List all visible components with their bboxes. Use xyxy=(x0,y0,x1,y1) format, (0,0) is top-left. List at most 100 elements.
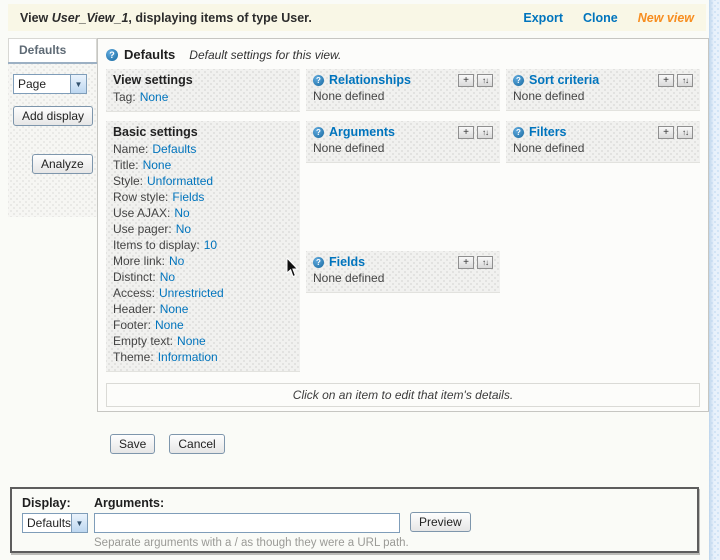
view-settings-title: View settings xyxy=(113,73,193,87)
setting-value-link[interactable]: Defaults xyxy=(152,142,196,156)
title-prefix: View xyxy=(20,10,52,25)
basic-settings-header: Basic settings xyxy=(113,125,293,139)
sort-criteria-header: ? Sort criteria + ↑↓ xyxy=(513,73,693,87)
header-links: Export Clone New view xyxy=(523,11,694,25)
add-icon[interactable]: + xyxy=(458,255,474,269)
setting-value-link[interactable]: None xyxy=(177,334,206,348)
setting-value-link[interactable]: Information xyxy=(158,350,218,364)
arguments-box: ? Arguments + ↑↓ None defined xyxy=(306,121,500,163)
filters-title-link[interactable]: Filters xyxy=(529,125,567,139)
basic-settings-box: Basic settings Name: Defaults Title: None … xyxy=(106,121,300,372)
preview-display-label: Display: xyxy=(22,496,71,510)
view-settings-box: View settings Tag: None xyxy=(106,69,300,112)
setting-value-link[interactable]: Unformatted xyxy=(147,174,213,188)
setting-value-link[interactable]: 10 xyxy=(204,238,217,252)
clone-link[interactable]: Clone xyxy=(583,11,618,25)
relationships-header: ? Relationships + ↑↓ xyxy=(313,73,493,87)
rearrange-icon[interactable]: ↑↓ xyxy=(477,73,493,87)
preview-display-select[interactable]: Defaults ▼ xyxy=(22,513,88,533)
chevron-down-icon: ▼ xyxy=(70,75,86,93)
setting-row: Distinct: No xyxy=(113,269,293,285)
filters-header: ? Filters + ↑↓ xyxy=(513,125,693,139)
display-sidebar: Defaults Page ▼ Add display Analyze xyxy=(8,38,97,217)
fields-actions: + ↑↓ xyxy=(458,255,493,269)
save-button[interactable]: Save xyxy=(110,434,156,454)
analyze-button[interactable]: Analyze xyxy=(32,154,93,174)
setting-row: Tag: None xyxy=(113,89,293,105)
relationships-box: ? Relationships + ↑↓ None defined xyxy=(306,69,500,111)
sort-criteria-actions: + ↑↓ xyxy=(658,73,693,87)
edit-hint: Click on an item to edit that item's det… xyxy=(106,383,700,407)
rearrange-icon[interactable]: ↑↓ xyxy=(477,125,493,139)
setting-value-link[interactable]: None xyxy=(160,302,189,316)
live-preview-panel: Display: Arguments: Defaults ▼ Preview S… xyxy=(10,487,699,553)
preview-button[interactable]: Preview xyxy=(410,512,471,532)
setting-value-link[interactable]: No xyxy=(160,270,175,284)
setting-label: Use AJAX: xyxy=(113,206,171,220)
arguments-header: ? Arguments + ↑↓ xyxy=(313,125,493,139)
panel-head: ? Defaults Default settings for this vie… xyxy=(98,39,708,67)
setting-value-link[interactable]: No xyxy=(174,206,189,220)
setting-row: Use AJAX: No xyxy=(113,205,293,221)
view-settings-header: View settings xyxy=(113,73,293,87)
add-icon[interactable]: + xyxy=(658,125,674,139)
preview-arguments-input[interactable] xyxy=(94,513,400,533)
preview-display-value: Defaults xyxy=(27,516,71,530)
setting-value-link[interactable]: None xyxy=(155,318,184,332)
setting-label: Empty text: xyxy=(113,334,174,348)
fields-header: ? Fields + ↑↓ xyxy=(313,255,493,269)
help-icon[interactable]: ? xyxy=(513,74,524,86)
setting-row: Title: None xyxy=(113,157,293,173)
setting-value-link[interactable]: No xyxy=(176,222,191,236)
relationships-title-link[interactable]: Relationships xyxy=(329,73,411,87)
setting-row: Use pager: No xyxy=(113,221,293,237)
setting-value-link[interactable]: No xyxy=(169,254,184,268)
sort-criteria-title-link[interactable]: Sort criteria xyxy=(529,73,599,87)
view-header-bar: View User_View_1, displaying items of ty… xyxy=(8,4,706,31)
arguments-status: None defined xyxy=(313,141,385,155)
add-icon[interactable]: + xyxy=(458,73,474,87)
basic-settings-title: Basic settings xyxy=(113,125,198,139)
rearrange-icon[interactable]: ↑↓ xyxy=(477,255,493,269)
arguments-title-link[interactable]: Arguments xyxy=(329,125,395,139)
display-type-select[interactable]: Page ▼ xyxy=(13,74,87,94)
page-edge-strip xyxy=(709,0,720,560)
setting-row: More link: No xyxy=(113,253,293,269)
fields-box: ? Fields + ↑↓ None defined xyxy=(306,251,500,293)
rearrange-icon[interactable]: ↑↓ xyxy=(677,125,693,139)
export-link[interactable]: Export xyxy=(523,11,563,25)
help-icon[interactable]: ? xyxy=(106,48,118,61)
setting-value-link[interactable]: Fields xyxy=(172,190,204,204)
rearrange-icon[interactable]: ↑↓ xyxy=(677,73,693,87)
new-view-link[interactable]: New view xyxy=(638,11,694,25)
cancel-button[interactable]: Cancel xyxy=(169,434,225,454)
help-icon[interactable]: ? xyxy=(313,74,324,86)
setting-label: Access: xyxy=(113,286,156,300)
setting-label: Tag: xyxy=(113,90,136,104)
fields-title-link[interactable]: Fields xyxy=(329,255,365,269)
setting-row: Style: Unformatted xyxy=(113,173,293,189)
setting-value-link[interactable]: None xyxy=(143,158,172,172)
setting-row: Empty text: None xyxy=(113,333,293,349)
basic-settings-rows: Name: Defaults Title: None Style: Unformatt… xyxy=(113,141,293,365)
relationships-status: None defined xyxy=(313,89,385,103)
tab-defaults[interactable]: Defaults xyxy=(8,38,97,62)
panel-heading-description: Default settings for this view. xyxy=(189,47,342,62)
view-edit-panel: ? Defaults Default settings for this vie… xyxy=(97,38,709,412)
setting-row: Row style: Fields xyxy=(113,189,293,205)
form-actions: Save Cancel xyxy=(110,434,225,454)
setting-value-link[interactable]: None xyxy=(140,90,169,104)
fields-status: None defined xyxy=(313,271,385,285)
preview-arguments-label: Arguments: xyxy=(94,496,165,510)
add-icon[interactable]: + xyxy=(458,125,474,139)
help-icon[interactable]: ? xyxy=(313,126,324,138)
setting-label: Use pager: xyxy=(113,222,172,236)
sort-criteria-box: ? Sort criteria + ↑↓ None defined xyxy=(506,69,700,111)
setting-value-link[interactable]: Unrestricted xyxy=(159,286,224,300)
add-icon[interactable]: + xyxy=(658,73,674,87)
view-settings-rows: Tag: None xyxy=(113,89,293,105)
help-icon[interactable]: ? xyxy=(313,256,324,268)
help-icon[interactable]: ? xyxy=(513,126,524,138)
setting-label: More link: xyxy=(113,254,166,268)
add-display-button[interactable]: Add display xyxy=(13,106,94,126)
